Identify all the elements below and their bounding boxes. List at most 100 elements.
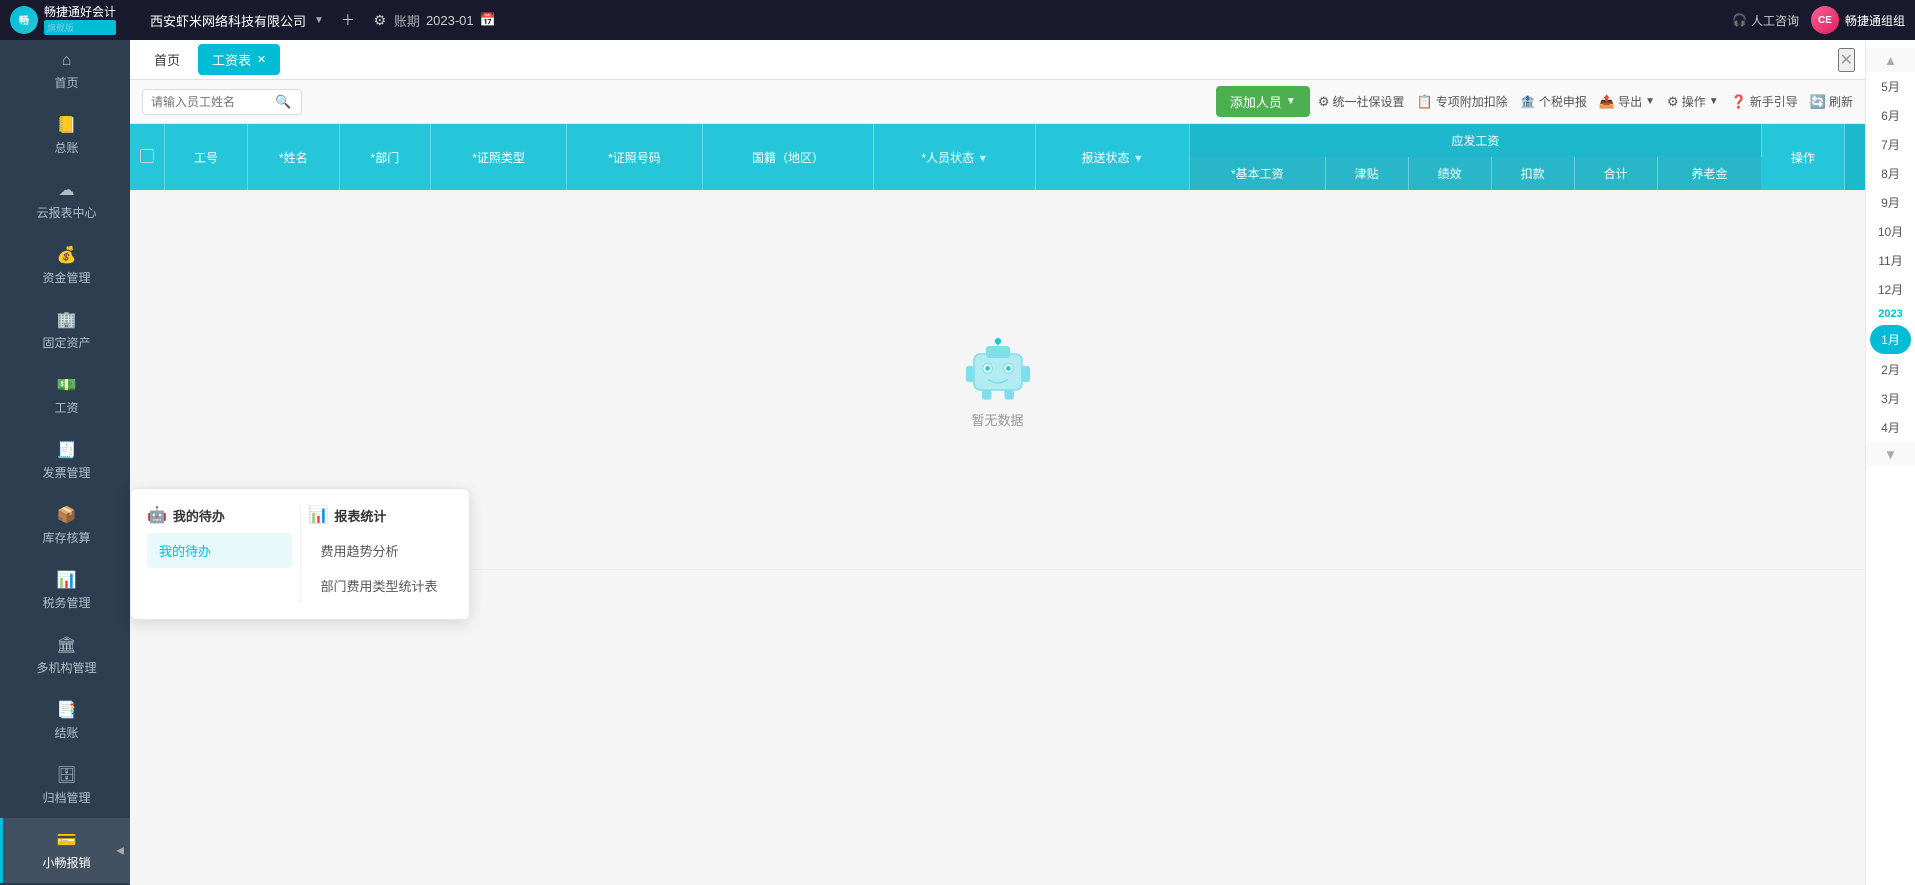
settings-button[interactable]: ⚙ — [366, 6, 394, 34]
sidebar-label-archive: 归档管理 — [42, 789, 90, 806]
pending-section-title: 🤖 我的待办 — [147, 505, 292, 525]
operation-icon: ⚙ — [1667, 94, 1679, 110]
sidebar-label-multi-org: 多机构管理 — [36, 659, 96, 676]
sidebar-item-inventory[interactable]: 📦 库存核算 — [0, 493, 130, 558]
sidebar-label-invoice: 发票管理 — [42, 464, 90, 481]
sidebar-label-settlement: 结账 — [54, 724, 78, 741]
operation-btn[interactable]: ⚙ 操作 ▼ — [1667, 93, 1719, 110]
sidebar-item-settlement[interactable]: 📑 结账 — [0, 688, 130, 753]
refresh-label: 刷新 — [1829, 93, 1853, 110]
month-item-jan[interactable]: 1月 — [1870, 325, 1911, 354]
social-insurance-icon: ⚙ — [1318, 94, 1330, 110]
table-header-row: 工号 *姓名 *部门 *证照类型 *证照号码 国籍（地区） *人员状态 ▼ 报送… — [130, 124, 1865, 157]
search-box: 🔍 — [142, 89, 302, 115]
menu-item-my-pending[interactable]: 我的待办 — [147, 533, 292, 568]
period-label: 账期 — [394, 11, 420, 30]
company-name: 西安虾米网络科技有限公司 — [150, 11, 306, 30]
th-performance: 绩效 — [1408, 157, 1491, 190]
month-item-jul[interactable]: 7月 — [1866, 130, 1915, 159]
th-report-status: 报送状态 ▼ — [1036, 124, 1189, 190]
th-action: 操作 — [1761, 124, 1844, 190]
avatar: CE — [1811, 6, 1839, 34]
right-actions: 🎧 人工咨询 CE 畅捷通组组 — [1732, 6, 1905, 34]
tab-close-all[interactable]: ✕ — [1838, 48, 1855, 72]
tax-report-btn[interactable]: 🏦 个税申报 — [1520, 93, 1587, 110]
sidebar-item-fixed-assets[interactable]: 🏢 固定资产 — [0, 298, 130, 363]
sidebar-label-fixed-assets: 固定资产 — [42, 334, 90, 351]
th-number: 工号 — [165, 124, 248, 190]
month-item-aug[interactable]: 8月 — [1866, 159, 1915, 188]
tab-salary-close[interactable]: ✕ — [257, 53, 266, 66]
user-area[interactable]: CE 畅捷通组组 — [1811, 6, 1905, 34]
month-item-may[interactable]: 5月 — [1866, 72, 1915, 101]
stats-title-label: 报表统计 — [334, 506, 386, 525]
sidebar-item-salary[interactable]: 💵 工资 — [0, 363, 130, 428]
refresh-icon: 🔄 — [1810, 94, 1826, 110]
period-value: 2023-01 — [426, 13, 474, 28]
logo-initials: 畅 — [19, 12, 29, 27]
add-button[interactable]: ＋ — [334, 6, 362, 34]
month-item-oct[interactable]: 10月 — [1866, 217, 1915, 246]
calendar-icon[interactable]: 📅 — [480, 12, 496, 28]
tab-home[interactable]: 首页 — [140, 44, 194, 75]
th-base-salary: *基本工资 — [1189, 157, 1325, 190]
sidebar-item-tax[interactable]: 📊 税务管理 — [0, 558, 130, 623]
header-quick-actions: ＋ ⚙ — [334, 6, 394, 34]
add-person-arrow-icon: ▼ — [1286, 96, 1296, 107]
month-item-mar[interactable]: 3月 — [1866, 384, 1915, 413]
month-scroll-up[interactable]: ▲ — [1866, 48, 1915, 72]
th-id-type: *证照类型 — [431, 124, 567, 190]
export-label: 导出 — [1618, 93, 1642, 110]
search-icon[interactable]: 🔍 — [275, 94, 291, 110]
search-input[interactable] — [151, 95, 271, 109]
company-selector[interactable]: 西安虾米网络科技有限公司 ▼ — [140, 11, 334, 30]
month-item-apr[interactable]: 4月 — [1866, 413, 1915, 442]
social-insurance-btn[interactable]: ⚙ 统一社保设置 — [1318, 93, 1405, 110]
headset-icon: 🎧 — [1732, 13, 1747, 27]
menu-item-dept-cost[interactable]: 部门费用类型统计表 — [309, 568, 454, 603]
person-status-filter-icon[interactable]: ▼ — [977, 153, 988, 165]
sidebar-item-cloud-report[interactable]: ☁ 云报表中心 — [0, 168, 130, 233]
sidebar-item-xiaochang[interactable]: 💳 小畅报销 ◀ — [0, 818, 130, 883]
fixed-assets-icon: 🏢 — [57, 310, 77, 330]
special-deduction-btn[interactable]: 📋 专项附加扣除 — [1417, 93, 1508, 110]
logo-title: 畅捷通好会计 — [44, 5, 116, 19]
customer-service[interactable]: 🎧 人工咨询 — [1732, 12, 1799, 29]
operation-arrow-icon: ▼ — [1709, 96, 1719, 107]
export-btn[interactable]: 📤 导出 ▼ — [1599, 93, 1655, 110]
sidebar-label-inventory: 库存核算 — [42, 529, 90, 546]
export-icon: 📤 — [1599, 94, 1615, 110]
month-scroll-down[interactable]: ▼ — [1866, 442, 1915, 466]
sidebar-item-home[interactable]: ⌂ 首页 — [0, 40, 130, 103]
tab-salary[interactable]: 工资表 ✕ — [198, 44, 280, 75]
main-layout: ⌂ 首页 📒 总账 ☁ 云报表中心 💰 资金管理 🏢 固定资产 💵 工资 🧾 发… — [0, 40, 1915, 885]
stats-section-title: 📊 报表统计 — [309, 505, 454, 525]
sidebar-item-archive[interactable]: 🗄 归档管理 — [0, 753, 130, 818]
sidebar-item-ledger[interactable]: 📒 总账 — [0, 103, 130, 168]
month-item-dec[interactable]: 12月 — [1866, 275, 1915, 304]
th-nationality: 国籍（地区） — [702, 124, 874, 190]
month-item-jun[interactable]: 6月 — [1866, 101, 1915, 130]
menu-item-cost-trend[interactable]: 费用趋势分析 — [309, 533, 454, 568]
sidebar-item-invoice[interactable]: 🧾 发票管理 — [0, 428, 130, 493]
guide-btn[interactable]: ❓ 新手引导 — [1731, 93, 1798, 110]
month-item-nov[interactable]: 11月 — [1866, 246, 1915, 275]
sidebar-item-fund[interactable]: 💰 资金管理 — [0, 233, 130, 298]
add-person-button[interactable]: 添加人员 ▼ — [1216, 86, 1310, 117]
invoice-icon: 🧾 — [57, 440, 77, 460]
multi-org-icon: 🏛 — [56, 635, 76, 655]
refresh-btn[interactable]: 🔄 刷新 — [1810, 93, 1853, 110]
logo-text-area: 畅捷通好会计 旗舰版 — [44, 5, 116, 34]
sidebar-label-xiaochang: 小畅报销 — [42, 854, 90, 871]
xiaochang-popup-menu: 🤖 我的待办 我的待办 📊 报表统计 费用趋势分析 部门费用类型统计表 — [130, 488, 470, 620]
expand-arrow-icon: ◀ — [116, 845, 124, 856]
report-status-filter-icon[interactable]: ▼ — [1133, 153, 1144, 165]
month-item-feb[interactable]: 2月 — [1866, 355, 1915, 384]
pending-section-icon: 🤖 — [147, 505, 167, 525]
month-item-sep[interactable]: 9月 — [1866, 188, 1915, 217]
th-checkbox[interactable] — [130, 124, 165, 190]
guide-icon: ❓ — [1731, 94, 1747, 110]
sidebar-item-multi-org[interactable]: 🏛 多机构管理 — [0, 623, 130, 688]
sidebar-label-home: 首页 — [54, 74, 78, 91]
operation-label: 操作 — [1682, 93, 1706, 110]
